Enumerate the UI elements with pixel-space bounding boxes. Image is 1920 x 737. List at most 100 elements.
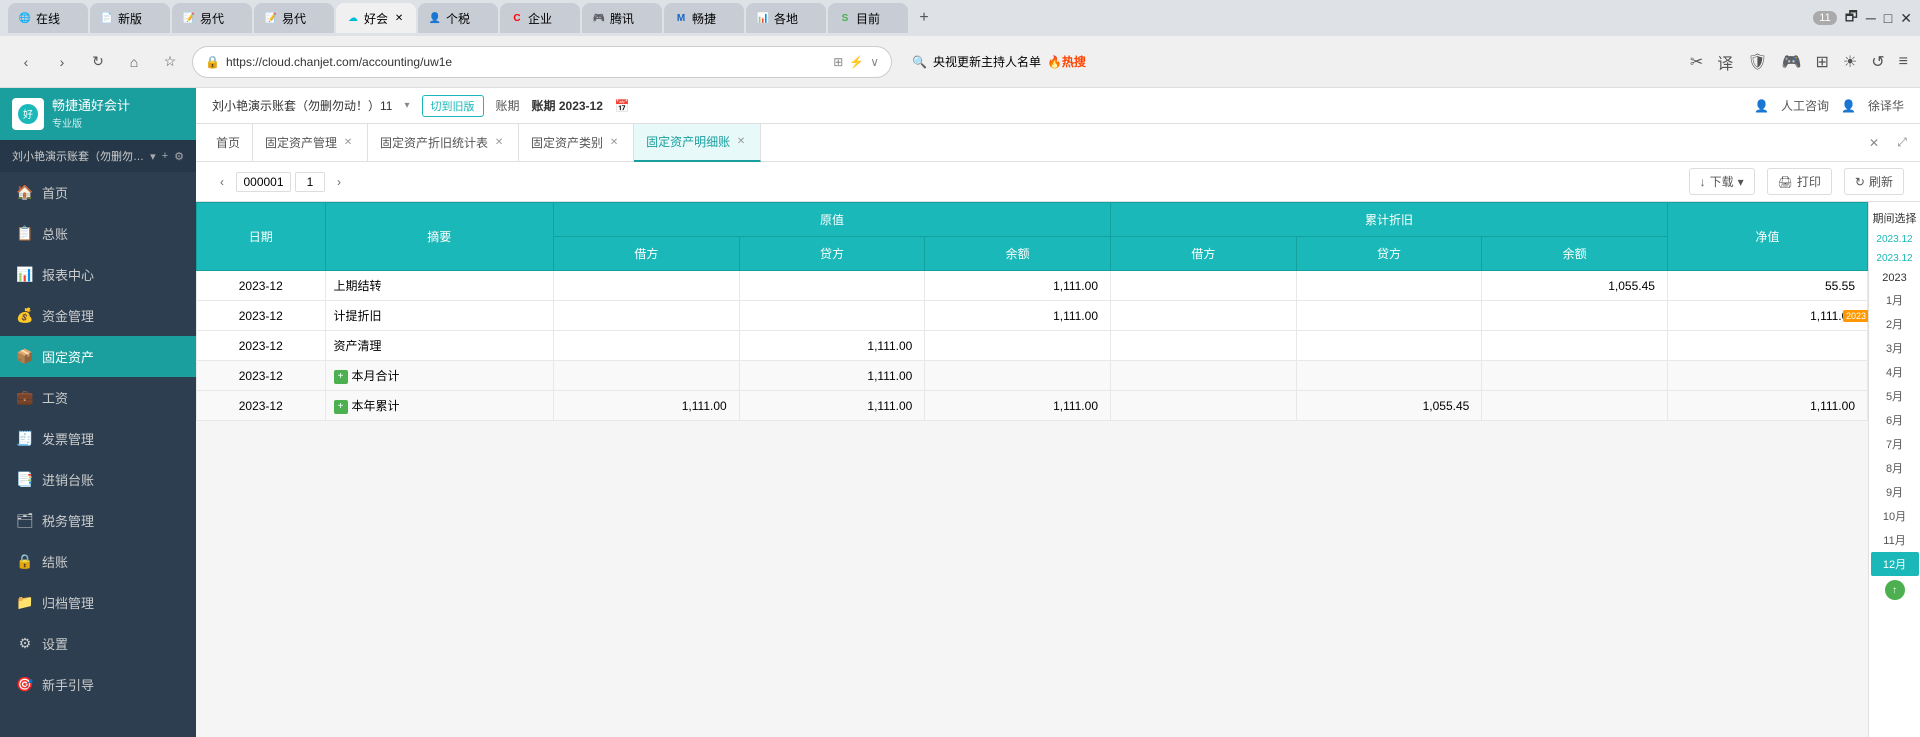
- hot-search-label[interactable]: 🔥热搜: [1047, 53, 1086, 70]
- browser-tab-t7[interactable]: C 企业: [500, 3, 580, 33]
- sidebar-item-report[interactable]: 📊 报表中心: [0, 254, 196, 295]
- prev-page-button[interactable]: ‹: [212, 172, 232, 192]
- tab-ctrl-maximize[interactable]: □: [1884, 10, 1892, 26]
- content-tab-detail[interactable]: 固定资产明细账 ✕: [634, 124, 761, 162]
- row-orig-debit-1: [554, 271, 740, 301]
- sidebar-item-salary[interactable]: 💼 工资: [0, 377, 196, 418]
- content-tab-depreciation[interactable]: 固定资产折旧统计表 ✕: [368, 124, 519, 162]
- period-month-8[interactable]: 8月: [1871, 456, 1919, 480]
- user-dropdown-icon[interactable]: ▾: [150, 150, 156, 163]
- settings-small-icon[interactable]: ⚙: [174, 150, 184, 163]
- sidebar-item-invoice[interactable]: 🧾 发票管理: [0, 418, 196, 459]
- browser-tab-t1[interactable]: 🌐 在线: [8, 3, 88, 33]
- row-dep-debit-3: [1111, 331, 1297, 361]
- content-tab-close-depreciation[interactable]: ✕: [492, 136, 506, 150]
- row-net-value-1: 55.55: [1667, 271, 1867, 301]
- scroll-up-button[interactable]: ↑: [1885, 580, 1905, 600]
- browser-tab-t11[interactable]: S 目前: [828, 3, 908, 33]
- archive-icon: 📁: [16, 594, 34, 612]
- tab-ctrl-restore[interactable]: 🗗: [1845, 6, 1858, 30]
- period-month-9[interactable]: 9月: [1871, 480, 1919, 504]
- next-page-button[interactable]: ›: [329, 172, 349, 192]
- period-date-2[interactable]: 2023.12: [1871, 249, 1919, 268]
- period-month-12[interactable]: 12月: [1871, 552, 1919, 576]
- browser-tab-t10[interactable]: 📊 各地: [746, 3, 826, 33]
- browser-tab-t9[interactable]: M 畅捷: [664, 3, 744, 33]
- translate-icon[interactable]: 译: [1717, 50, 1733, 74]
- page-number-input[interactable]: [295, 172, 325, 192]
- period-month-5[interactable]: 5月: [1871, 384, 1919, 408]
- expand-panel-icon[interactable]: ⤢: [1892, 133, 1912, 153]
- back-button[interactable]: ‹: [12, 48, 40, 76]
- game-icon[interactable]: 🎮: [1782, 52, 1802, 72]
- period-month-11[interactable]: 11月: [1871, 528, 1919, 552]
- sidebar-navigation: 🏠 首页 📋 总账 📊 报表中心 💰 资金管理 📦 固定资产 💼 工资: [0, 172, 196, 737]
- browser-tab-t5[interactable]: ☁ 好会 ✕: [336, 3, 416, 33]
- browser-tab-t8[interactable]: 🎮 腾讯: [582, 3, 662, 33]
- sidebar-item-closing[interactable]: 🔒 结账: [0, 541, 196, 582]
- header-dropdown[interactable]: ▾: [404, 100, 409, 111]
- table-row-subtotal-year: 2023-12 +本年累计 1,111.00 1,111.00 1,111.00…: [197, 391, 1868, 421]
- browser-tab-t4[interactable]: 📝 易代: [254, 3, 334, 33]
- menu-icon[interactable]: ≡: [1899, 53, 1908, 71]
- refresh-button[interactable]: ↻ 刷新: [1844, 168, 1904, 195]
- row-orig-debit-5: 1,111.00: [554, 391, 740, 421]
- content-tab-close-fixed-mgmt[interactable]: ✕: [341, 136, 355, 150]
- switch-version-button[interactable]: 切到旧版: [422, 95, 484, 117]
- browser-tab-t2[interactable]: 📄 新版: [90, 3, 170, 33]
- content-tab-home[interactable]: 首页: [204, 124, 253, 162]
- row-summary-3: 资产清理: [325, 331, 554, 361]
- period-month-3[interactable]: 3月: [1871, 336, 1919, 360]
- sidebar-item-archive[interactable]: 📁 归档管理: [0, 582, 196, 623]
- sidebar-label-invoice: 发票管理: [42, 429, 94, 448]
- download-button[interactable]: ↓ 下载 ▾: [1689, 168, 1755, 195]
- tab-badge[interactable]: 11: [1813, 11, 1836, 25]
- scissors-icon[interactable]: ✂: [1690, 52, 1703, 72]
- content-tab-close-category[interactable]: ✕: [607, 136, 621, 150]
- period-month-4[interactable]: 4月: [1871, 360, 1919, 384]
- shield-icon[interactable]: 🛡: [1747, 52, 1767, 72]
- sidebar-item-settings[interactable]: ⚙ 设置: [0, 623, 196, 664]
- bookmark-button[interactable]: ☆: [156, 48, 184, 76]
- period-date-1[interactable]: 2023.12: [1871, 230, 1919, 249]
- page-code-input[interactable]: [236, 172, 291, 192]
- print-button[interactable]: 🖨 打印: [1767, 168, 1832, 195]
- ai-consult-text[interactable]: 人工咨询: [1781, 97, 1829, 114]
- new-tab-button[interactable]: +: [910, 4, 938, 32]
- address-bar[interactable]: 🔒 https://cloud.chanjet.com/accounting/u…: [192, 46, 892, 78]
- sidebar-item-ledger[interactable]: 📋 总账: [0, 213, 196, 254]
- dropdown-icon[interactable]: ∨: [870, 55, 879, 69]
- sidebar-item-guide[interactable]: 🎯 新手引导: [0, 664, 196, 705]
- row-orig-debit-2: [554, 301, 740, 331]
- sidebar-item-tax[interactable]: 🗂 税务管理: [0, 500, 196, 541]
- calendar-icon[interactable]: 📅: [615, 99, 630, 113]
- sidebar-item-inventory[interactable]: 📑 进销台账: [0, 459, 196, 500]
- period-month-7[interactable]: 7月: [1871, 432, 1919, 456]
- close-panel-icon[interactable]: ✕: [1864, 133, 1884, 153]
- tab-close-t5[interactable]: ✕: [392, 11, 406, 25]
- row-summary-5: +本年累计: [325, 391, 554, 421]
- undo-icon[interactable]: ↺: [1871, 52, 1884, 72]
- brightness-icon[interactable]: ☀: [1843, 52, 1857, 72]
- content-tab-fixed-mgmt[interactable]: 固定资产管理 ✕: [253, 124, 368, 162]
- period-month-10[interactable]: 10月: [1871, 504, 1919, 528]
- home-button[interactable]: ⌂: [120, 48, 148, 76]
- period-month-1[interactable]: 1月: [1871, 288, 1919, 312]
- sidebar-item-home[interactable]: 🏠 首页: [0, 172, 196, 213]
- content-tab-category[interactable]: 固定资产类别 ✕: [519, 124, 634, 162]
- period-month-2[interactable]: 2月: [1871, 312, 1919, 336]
- reload-button[interactable]: ↻: [84, 48, 112, 76]
- forward-button[interactable]: ›: [48, 48, 76, 76]
- sidebar-item-fund[interactable]: 💰 资金管理: [0, 295, 196, 336]
- browser-tab-t3[interactable]: 📝 易代: [172, 3, 252, 33]
- qr-icon[interactable]: ⊞: [833, 55, 843, 69]
- tab-ctrl-minimize[interactable]: ─: [1866, 10, 1876, 26]
- content-tab-close-detail[interactable]: ✕: [734, 135, 748, 149]
- refresh-icon: ↻: [1855, 175, 1865, 189]
- add-account-icon[interactable]: +: [162, 150, 168, 162]
- sidebar-item-fixed[interactable]: 📦 固定资产: [0, 336, 196, 377]
- period-month-6[interactable]: 6月: [1871, 408, 1919, 432]
- grid-icon[interactable]: ⊞: [1816, 52, 1829, 72]
- tab-ctrl-close[interactable]: ✕: [1900, 10, 1912, 27]
- browser-tab-t6[interactable]: 👤 个税: [418, 3, 498, 33]
